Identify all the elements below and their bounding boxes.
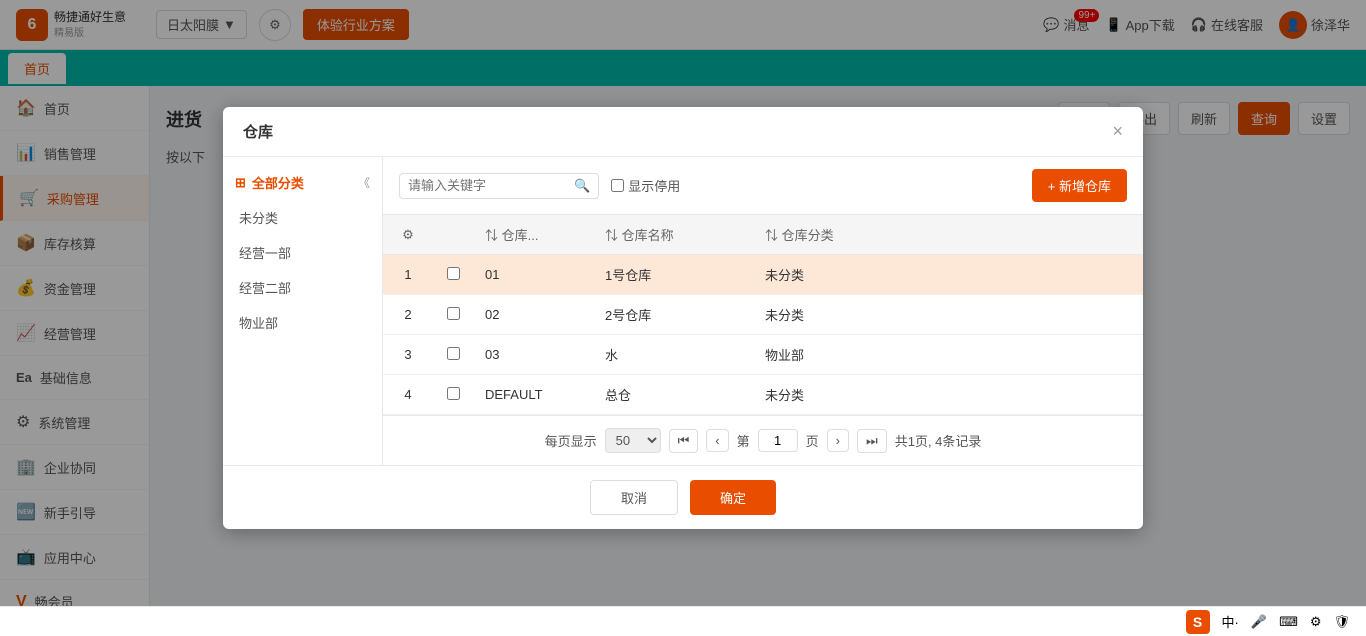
row-category: 物业部 bbox=[753, 335, 1143, 375]
modal-footer: 取消 确定 bbox=[223, 465, 1143, 529]
col-header-category: ⇅ 仓库分类 bbox=[753, 215, 1143, 255]
modal-body: ⊞ 全部分类 《 未分类 经营一部 经营二部 物业部 🔍 bbox=[223, 157, 1143, 465]
row-name: 总仓 bbox=[593, 375, 753, 415]
row-code: 03 bbox=[473, 335, 593, 375]
page-word: 第 bbox=[737, 431, 750, 450]
modal-header: 仓库 × bbox=[223, 107, 1143, 157]
row-category: 未分类 bbox=[753, 375, 1143, 415]
show-disabled-checkbox[interactable] bbox=[611, 179, 624, 192]
table-body: 1 01 1号仓库 未分类 2 02 2号仓库 bbox=[383, 255, 1143, 415]
table-row[interactable]: 3 03 水 物业部 bbox=[383, 335, 1143, 375]
row-code: 02 bbox=[473, 295, 593, 335]
table-row[interactable]: 2 02 2号仓库 未分类 bbox=[383, 295, 1143, 335]
category-header[interactable]: ⊞ 全部分类 《 bbox=[223, 165, 382, 200]
row-name: 水 bbox=[593, 335, 753, 375]
sort-icon: ⇅ bbox=[765, 228, 778, 243]
row-code: DEFAULT bbox=[473, 375, 593, 415]
col-header-code: ⇅ 仓库... bbox=[473, 215, 593, 255]
first-page-button[interactable]: ⏮ bbox=[669, 429, 699, 453]
row-checkbox[interactable] bbox=[447, 267, 460, 280]
row-name: 2号仓库 bbox=[593, 295, 753, 335]
row-category: 未分类 bbox=[753, 295, 1143, 335]
table-scroll: ⚙ ⇅ 仓库... ⇅ 仓库名称 bbox=[383, 215, 1143, 415]
row-check[interactable] bbox=[433, 375, 473, 415]
row-checkbox[interactable] bbox=[447, 307, 460, 320]
row-seq: 3 bbox=[383, 335, 433, 375]
per-page-label: 每页显示 bbox=[545, 431, 597, 450]
modal-overlay: 仓库 × ⊞ 全部分类 《 未分类 经营一部 经营二部 物业部 bbox=[0, 0, 1366, 636]
settings-icon: ⚙ bbox=[1310, 614, 1322, 630]
warehouse-content: 🔍 显示停用 + 新增仓库 ⚙ bbox=[383, 157, 1143, 465]
sort-icon: ⇅ bbox=[605, 228, 618, 243]
prev-page-button[interactable]: ‹ bbox=[706, 429, 728, 452]
modal-close-button[interactable]: × bbox=[1112, 121, 1123, 142]
category-header-label: ⊞ 全部分类 bbox=[235, 173, 304, 192]
modal-title: 仓库 bbox=[243, 121, 273, 142]
search-box: 🔍 bbox=[399, 173, 599, 199]
warehouse-modal: 仓库 × ⊞ 全部分类 《 未分类 经营一部 经营二部 物业部 bbox=[223, 107, 1143, 529]
last-page-button[interactable]: ⏭ bbox=[857, 429, 887, 453]
add-warehouse-button[interactable]: + 新增仓库 bbox=[1032, 169, 1127, 202]
row-code: 01 bbox=[473, 255, 593, 295]
category-sidebar: ⊞ 全部分类 《 未分类 经营一部 经营二部 物业部 bbox=[223, 157, 383, 465]
row-category: 未分类 bbox=[753, 255, 1143, 295]
bottombar: S 中· 🎤 ⌨ ⚙ 🛡 bbox=[0, 606, 1366, 636]
confirm-button[interactable]: 确定 bbox=[690, 480, 776, 515]
row-checkbox[interactable] bbox=[447, 347, 460, 360]
table-row[interactable]: 4 DEFAULT 总仓 未分类 bbox=[383, 375, 1143, 415]
ime-label: 中· bbox=[1222, 612, 1239, 631]
s-logo: S bbox=[1186, 610, 1210, 634]
show-disabled-text: 显示停用 bbox=[628, 176, 680, 195]
row-check[interactable] bbox=[433, 295, 473, 335]
grid-icon: ⊞ bbox=[235, 175, 246, 191]
warehouse-table: ⚙ ⇅ 仓库... ⇅ 仓库名称 bbox=[383, 215, 1143, 415]
col-header-name: ⇅ 仓库名称 bbox=[593, 215, 753, 255]
category-all-label: 全部分类 bbox=[252, 173, 304, 192]
category-item-unclassified[interactable]: 未分类 bbox=[223, 200, 382, 235]
keyboard-icon: ⌨ bbox=[1279, 614, 1298, 630]
row-checkbox[interactable] bbox=[447, 387, 460, 400]
row-check[interactable] bbox=[433, 335, 473, 375]
collapse-button[interactable]: 《 bbox=[358, 174, 370, 191]
row-name: 1号仓库 bbox=[593, 255, 753, 295]
row-check[interactable] bbox=[433, 255, 473, 295]
cancel-button[interactable]: 取消 bbox=[590, 480, 678, 515]
per-page-select[interactable]: 50 100 bbox=[605, 428, 661, 453]
total-info: 共1页, 4条记录 bbox=[895, 431, 982, 450]
row-seq: 1 bbox=[383, 255, 433, 295]
search-icon: 🔍 bbox=[574, 178, 590, 194]
sort-icon: ⇅ bbox=[485, 228, 498, 243]
pagination: 每页显示 50 100 ⏮ ‹ 第 页 › ⏭ 共1页, 4条记录 bbox=[383, 415, 1143, 465]
table-row[interactable]: 1 01 1号仓库 未分类 bbox=[383, 255, 1143, 295]
search-input[interactable] bbox=[408, 178, 568, 193]
next-page-button[interactable]: › bbox=[827, 429, 849, 452]
row-seq: 4 bbox=[383, 375, 433, 415]
show-disabled-label: 显示停用 bbox=[611, 176, 680, 195]
content-toolbar: 🔍 显示停用 + 新增仓库 bbox=[383, 157, 1143, 215]
category-item-property[interactable]: 物业部 bbox=[223, 305, 382, 340]
shield-icon: 🛡 bbox=[1333, 614, 1350, 630]
page-unit: 页 bbox=[806, 431, 819, 450]
category-item-dept1[interactable]: 经营一部 bbox=[223, 235, 382, 270]
col-header-check bbox=[433, 215, 473, 255]
category-item-dept2[interactable]: 经营二部 bbox=[223, 270, 382, 305]
col-header-gear: ⚙ bbox=[383, 215, 433, 255]
page-number-input[interactable] bbox=[758, 429, 798, 452]
table-header: ⚙ ⇅ 仓库... ⇅ 仓库名称 bbox=[383, 215, 1143, 255]
mic-icon: 🎤 bbox=[1251, 614, 1267, 630]
row-seq: 2 bbox=[383, 295, 433, 335]
